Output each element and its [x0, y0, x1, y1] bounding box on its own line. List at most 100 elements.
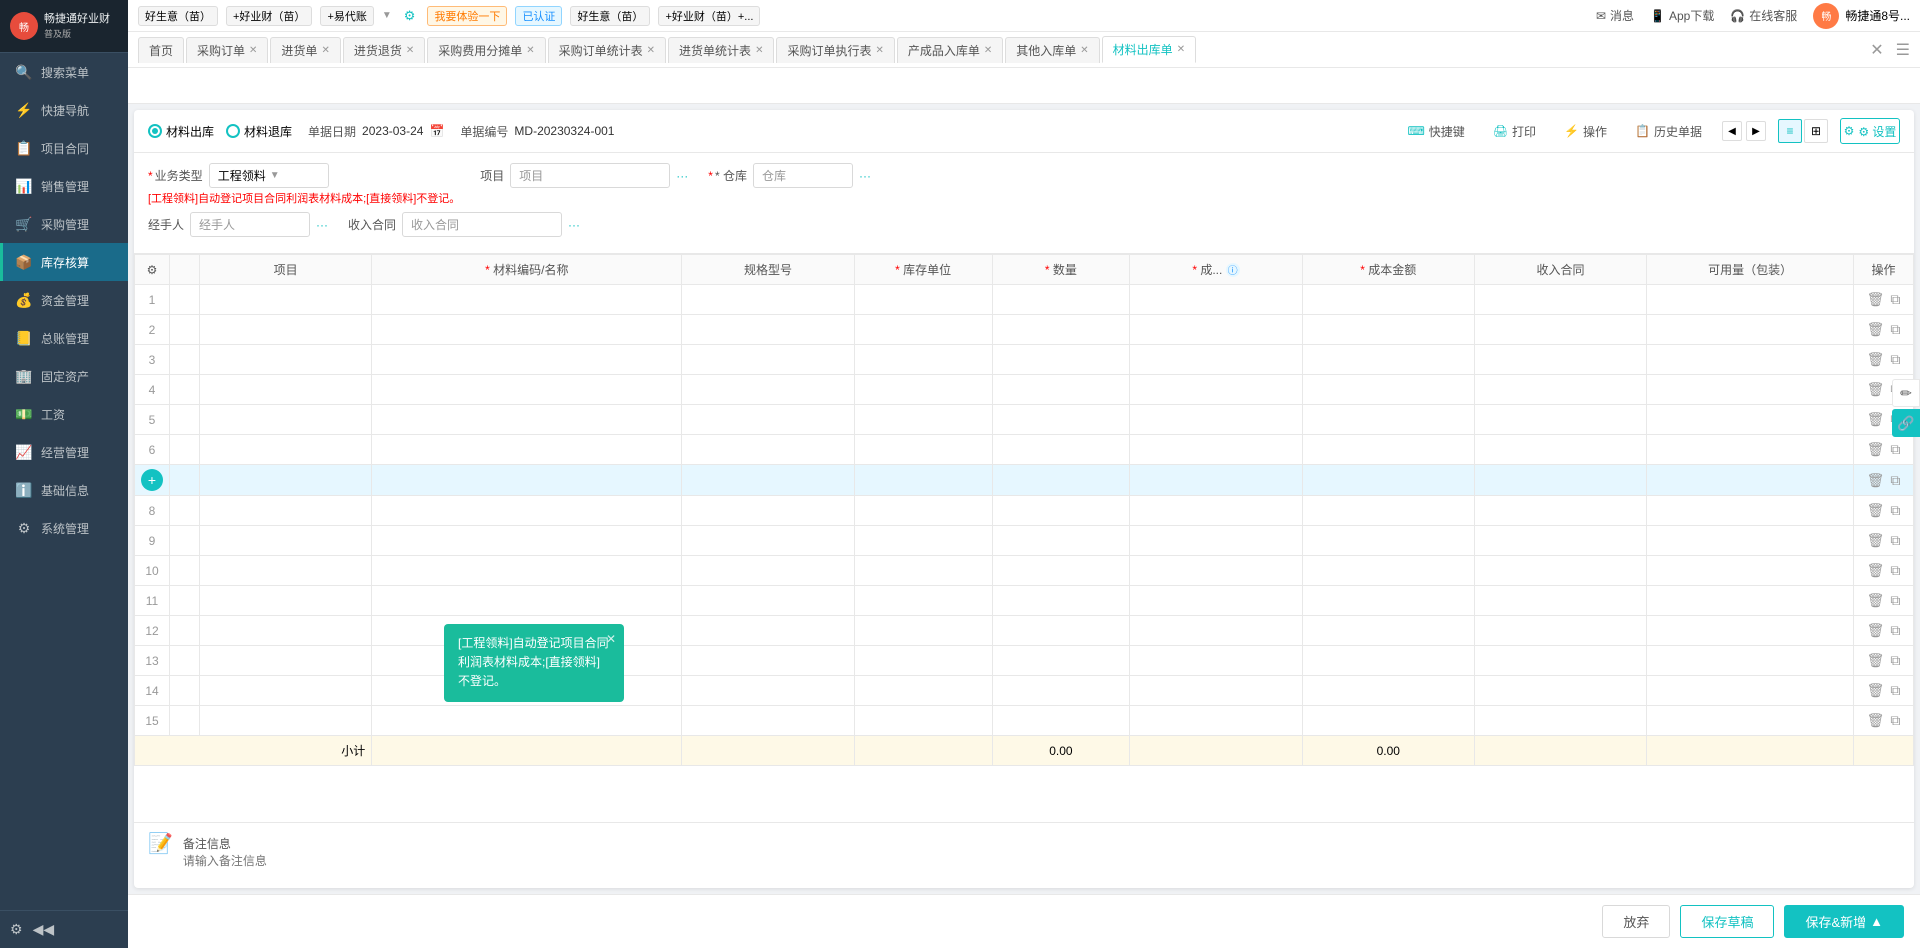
row-project[interactable] [200, 526, 372, 556]
copy-icon[interactable]: ⧉ [1890, 291, 1900, 308]
row-qty[interactable] [992, 556, 1130, 586]
row-income-contract[interactable] [1474, 435, 1646, 465]
tab-close-icon[interactable]: ✕ [321, 45, 329, 56]
row-project[interactable] [200, 375, 372, 405]
row-unit[interactable] [854, 496, 992, 526]
row-qty[interactable] [992, 616, 1130, 646]
row-cost-amount[interactable] [1302, 405, 1474, 435]
row-income-contract[interactable] [1474, 706, 1646, 736]
copy-icon[interactable]: ⧉ [1890, 712, 1900, 729]
row-cost[interactable] [1130, 315, 1302, 345]
row-unit[interactable] [854, 285, 992, 315]
row-cost[interactable] [1130, 496, 1302, 526]
tab-close-icon[interactable]: ✕ [875, 45, 883, 56]
tab-close-icon[interactable]: ✕ [526, 45, 534, 56]
radio-material-return[interactable]: 材料退库 [226, 123, 292, 140]
row-material[interactable] [372, 496, 682, 526]
app-download-btn[interactable]: 📱 App下载 [1650, 7, 1714, 24]
row-unit[interactable] [854, 345, 992, 375]
row-cost[interactable] [1130, 586, 1302, 616]
row-unit[interactable] [854, 646, 992, 676]
row-qty[interactable] [992, 285, 1130, 315]
delete-icon[interactable]: 🗑 [1867, 351, 1885, 368]
row-project[interactable] [200, 405, 372, 435]
row-project[interactable] [200, 556, 372, 586]
online-service-btn[interactable]: 🎧 在线客服 [1730, 7, 1797, 24]
delete-icon[interactable]: 🗑 [1867, 472, 1885, 489]
row-spec[interactable] [682, 526, 854, 556]
tab-首页[interactable]: 首页 [138, 37, 184, 63]
sidebar-item-总账管理[interactable]: 📒总账管理 [0, 319, 128, 357]
row-cost[interactable] [1130, 345, 1302, 375]
row-material[interactable] [372, 526, 682, 556]
shortcut-btn[interactable]: ⌨ 快捷键 [1399, 120, 1472, 143]
copy-icon[interactable]: ⧉ [1890, 622, 1900, 639]
row-spec[interactable] [682, 315, 854, 345]
row-cost-amount[interactable] [1302, 616, 1474, 646]
ann-tag-good-wealth[interactable]: +好业财（苗） [226, 6, 312, 26]
row-cost[interactable] [1130, 646, 1302, 676]
row-spec[interactable] [682, 465, 854, 496]
row-income-contract[interactable] [1474, 405, 1646, 435]
copy-icon[interactable]: ⧉ [1890, 441, 1900, 458]
copy-icon[interactable]: ⧉ [1890, 472, 1900, 489]
tab-产成品入库单[interactable]: 产成品入库单✕ [897, 37, 1003, 63]
delete-icon[interactable]: 🗑 [1867, 502, 1885, 519]
delete-icon[interactable]: 🗑 [1867, 652, 1885, 669]
sidebar-item-快捷导航[interactable]: ⚡快捷导航 [0, 91, 128, 129]
date-value[interactable]: 2023-03-24 [362, 124, 423, 138]
row-cost[interactable] [1130, 375, 1302, 405]
row-material[interactable] [372, 435, 682, 465]
row-cost-amount[interactable] [1302, 706, 1474, 736]
sidebar-item-资金管理[interactable]: 💰资金管理 [0, 281, 128, 319]
row-cost-amount[interactable] [1302, 315, 1474, 345]
sidebar-item-经营管理[interactable]: 📈经营管理 [0, 433, 128, 471]
row-cost-amount[interactable] [1302, 496, 1474, 526]
row-unit[interactable] [854, 465, 992, 496]
row-cost-amount[interactable] [1302, 465, 1474, 496]
delete-icon[interactable]: 🗑 [1867, 562, 1885, 579]
row-qty[interactable] [992, 315, 1130, 345]
row-unit[interactable] [854, 405, 992, 435]
calendar-icon[interactable]: 📅 [429, 124, 444, 138]
close-all-icon[interactable]: ✕ [1870, 40, 1883, 60]
sidebar-item-采购管理[interactable]: 🛒采购管理 [0, 205, 128, 243]
radio-material-out[interactable]: 材料出库 [148, 123, 214, 140]
row-spec[interactable] [682, 646, 854, 676]
row-cost-amount[interactable] [1302, 375, 1474, 405]
prev-arrow[interactable]: ◀ [1722, 121, 1742, 141]
delete-icon[interactable]: 🗑 [1867, 712, 1885, 729]
row-qty[interactable] [992, 435, 1130, 465]
row-cost[interactable] [1130, 435, 1302, 465]
row-income-contract[interactable] [1474, 616, 1646, 646]
add-row-btn[interactable]: + [141, 469, 163, 491]
discard-btn[interactable]: 放弃 [1602, 905, 1670, 938]
next-arrow[interactable]: ▶ [1746, 121, 1766, 141]
delete-icon[interactable]: 🗑 [1867, 622, 1885, 639]
history-btn[interactable]: 📋 历史单据 [1627, 120, 1710, 143]
copy-icon[interactable]: ⧉ [1890, 652, 1900, 669]
delete-icon[interactable]: 🗑 [1867, 291, 1885, 308]
row-cost[interactable] [1130, 706, 1302, 736]
row-cost-amount[interactable] [1302, 646, 1474, 676]
delete-icon[interactable]: 🗑 [1867, 411, 1885, 428]
sidebar-item-工资[interactable]: 💵工资 [0, 395, 128, 433]
collapse-icon[interactable]: ◀◀ [33, 921, 55, 938]
row-spec[interactable] [682, 676, 854, 706]
row-spec[interactable] [682, 706, 854, 736]
tab-close-icon[interactable]: ✕ [406, 45, 414, 56]
grid-view-btn[interactable]: ⊞ [1804, 119, 1828, 143]
row-project[interactable] [200, 616, 372, 646]
row-spec[interactable] [682, 496, 854, 526]
tab-采购订单统计表[interactable]: 采购订单统计表✕ [548, 37, 666, 63]
row-material[interactable] [372, 375, 682, 405]
row-income-contract[interactable] [1474, 345, 1646, 375]
tab-其他入库单[interactable]: 其他入库单✕ [1005, 37, 1099, 63]
delete-icon[interactable]: 🗑 [1867, 381, 1885, 398]
sidebar-item-项目合同[interactable]: 📋项目合同 [0, 129, 128, 167]
row-cost-amount[interactable] [1302, 435, 1474, 465]
row-spec[interactable] [682, 405, 854, 435]
user-profile[interactable]: 畅 畅捷通8号... [1813, 3, 1910, 29]
row-spec[interactable] [682, 285, 854, 315]
delete-icon[interactable]: 🗑 [1867, 321, 1885, 338]
